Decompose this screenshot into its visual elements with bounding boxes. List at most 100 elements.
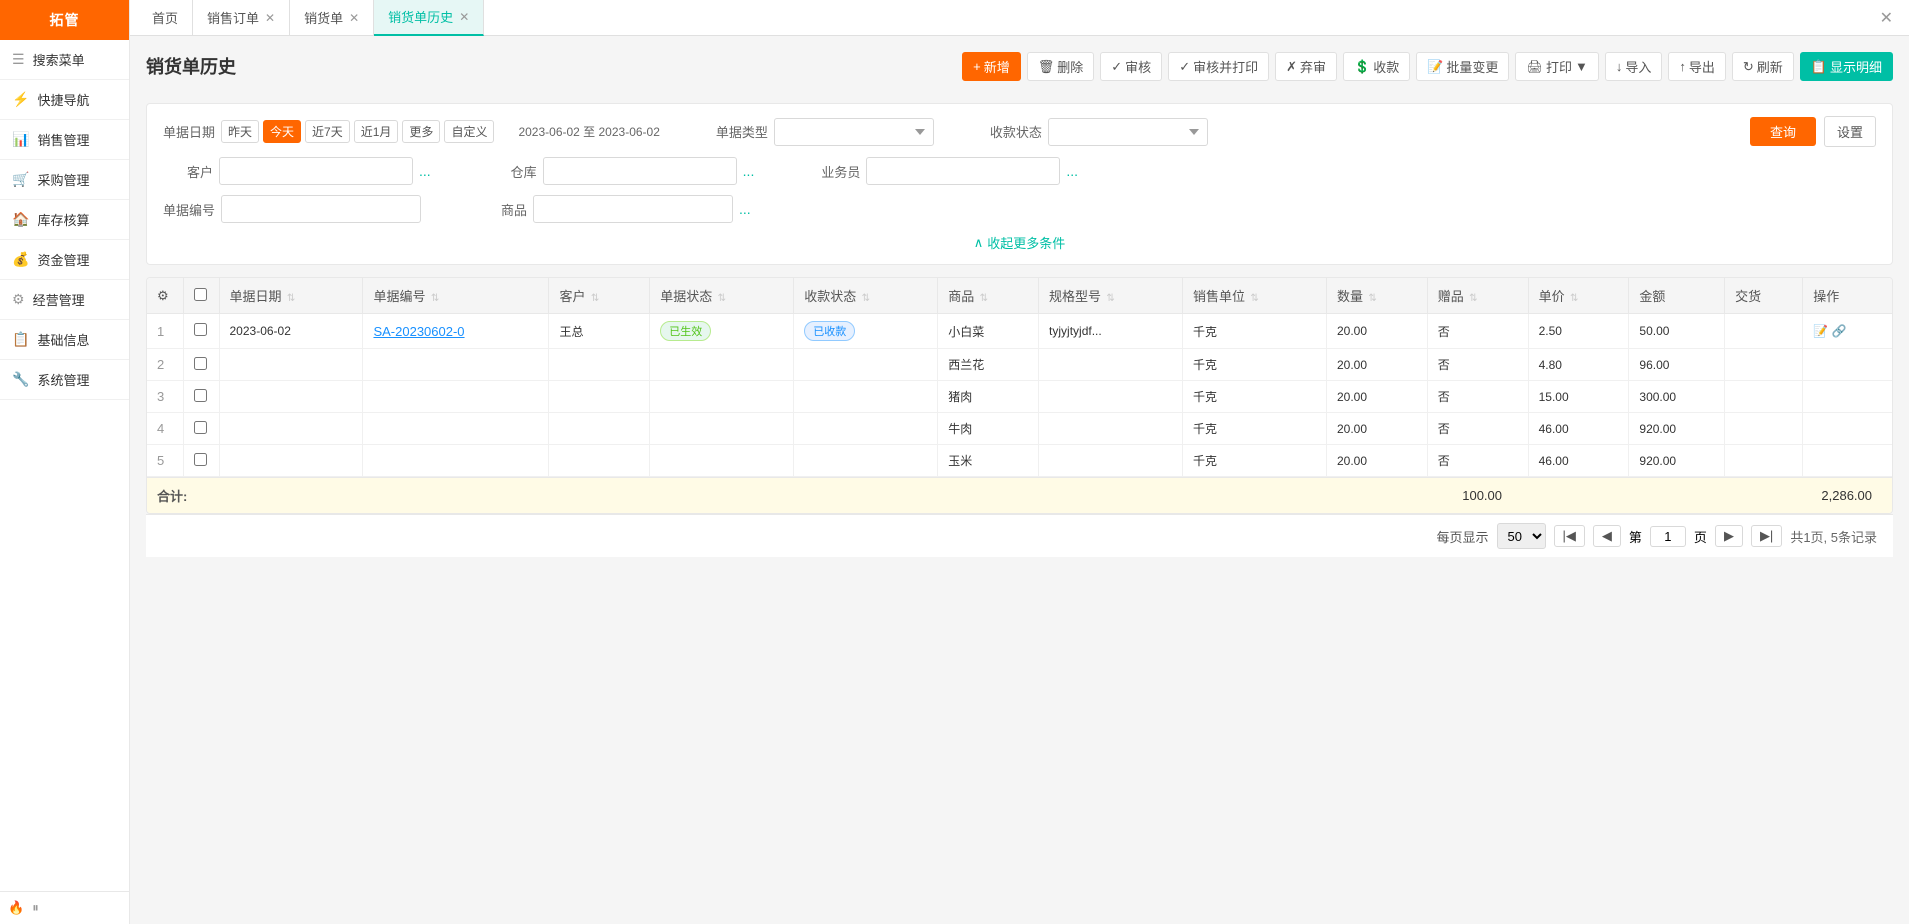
- customer-cell: 王总: [549, 314, 650, 349]
- doc-type-select[interactable]: [774, 118, 934, 146]
- print-icon: 🖨: [1526, 59, 1543, 75]
- tab-home[interactable]: 首页: [138, 0, 193, 36]
- page-number-input[interactable]: [1650, 526, 1686, 547]
- sidebar-item-purchase-mgmt[interactable]: 🛒 采购管理: [0, 160, 129, 200]
- col-doc-status[interactable]: 单据状态 ⇅: [650, 278, 794, 314]
- sidebar-item-basic-info[interactable]: 📋 基础信息: [0, 320, 129, 360]
- discard-label: 弃审: [1300, 57, 1326, 76]
- quantity-cell: 20.00: [1326, 445, 1427, 477]
- date-yesterday-btn[interactable]: 昨天: [221, 120, 259, 143]
- settings-button[interactable]: 设置: [1824, 116, 1876, 147]
- col-quantity[interactable]: 数量 ⇅: [1326, 278, 1427, 314]
- doc-number-cell[interactable]: SA-20230602-0: [363, 314, 549, 349]
- row-checkbox-cell[interactable]: [183, 413, 219, 445]
- edit-op-btn[interactable]: 📝: [1813, 324, 1828, 338]
- sidebar-bottom-left-icon[interactable]: 🔥: [8, 900, 24, 916]
- audit-print-button[interactable]: ✓ 审核并打印: [1168, 52, 1269, 81]
- col-checkbox[interactable]: [183, 278, 219, 314]
- tab-sales-order-close-icon[interactable]: ✕: [265, 11, 275, 25]
- query-button[interactable]: 查询: [1750, 117, 1816, 146]
- select-all-checkbox[interactable]: [194, 288, 207, 301]
- date-custom-btn[interactable]: 自定义: [444, 120, 494, 143]
- operation-cell: [1803, 349, 1892, 381]
- last-page-btn[interactable]: ▶|: [1751, 525, 1782, 547]
- date-today-btn[interactable]: 今天: [263, 120, 301, 143]
- col-doc-number[interactable]: 单据编号 ⇅: [363, 278, 549, 314]
- sidebar-item-operations-mgmt[interactable]: ⚙ 经营管理: [0, 280, 129, 320]
- customer-dots-btn[interactable]: ...: [419, 163, 431, 179]
- export-button[interactable]: ↑ 导出: [1668, 52, 1726, 81]
- tab-sales-goods-close-icon[interactable]: ✕: [349, 11, 359, 25]
- salesperson-input[interactable]: [866, 157, 1060, 185]
- col-gift[interactable]: 赠品 ⇅: [1427, 278, 1528, 314]
- col-sales-unit[interactable]: 销售单位 ⇅: [1183, 278, 1327, 314]
- print-button[interactable]: 🖨 打印 ▼: [1515, 52, 1598, 81]
- quantity-cell: 20.00: [1326, 381, 1427, 413]
- refresh-button[interactable]: ↻ 刷新: [1732, 52, 1794, 81]
- per-page-select[interactable]: 50: [1497, 523, 1546, 549]
- row-num: 1: [157, 324, 164, 339]
- date-1month-btn[interactable]: 近1月: [354, 120, 399, 143]
- batch-change-button[interactable]: 📝 批量变更: [1416, 52, 1509, 81]
- collapse-more-btn[interactable]: ∧ 收起更多条件: [163, 233, 1876, 252]
- row-checkbox-cell[interactable]: [183, 314, 219, 349]
- goods-dots-btn[interactable]: ...: [739, 201, 751, 217]
- row-checkbox[interactable]: [194, 421, 207, 434]
- new-button[interactable]: + 新增: [962, 52, 1021, 81]
- goods-input[interactable]: [533, 195, 733, 223]
- row-checkbox-cell[interactable]: [183, 381, 219, 413]
- tab-sales-goods[interactable]: 销货单 ✕: [290, 0, 374, 36]
- first-page-btn[interactable]: |◀: [1554, 525, 1585, 547]
- customer-input[interactable]: [219, 157, 413, 185]
- row-checkbox[interactable]: [194, 453, 207, 466]
- sidebar-item-inventory[interactable]: 🏠 库存核算: [0, 200, 129, 240]
- tab-sales-history-close-icon[interactable]: ✕: [459, 10, 469, 24]
- col-doc-date[interactable]: 单据日期 ⇅: [219, 278, 363, 314]
- goods-cell: 西兰花: [938, 349, 1039, 381]
- sidebar-item-finance-mgmt[interactable]: 💰 资金管理: [0, 240, 129, 280]
- tabs-close-all-icon[interactable]: ✕: [1872, 8, 1901, 28]
- row-checkbox[interactable]: [194, 357, 207, 370]
- prev-page-btn[interactable]: ◀: [1593, 525, 1621, 547]
- sidebar-bottom-right-icon[interactable]: ⏸: [32, 900, 39, 916]
- tab-sales-history[interactable]: 销货单历史 ✕: [374, 0, 484, 36]
- sidebar-item-system-mgmt[interactable]: 🔧 系统管理: [0, 360, 129, 400]
- import-button[interactable]: ↓ 导入: [1605, 52, 1663, 81]
- tab-sales-order[interactable]: 销售订单 ✕: [193, 0, 290, 36]
- discard-button[interactable]: ✗ 弃审: [1275, 52, 1337, 81]
- warehouse-dots-btn[interactable]: ...: [743, 163, 755, 179]
- sidebar-item-sales-mgmt[interactable]: 📊 销售管理: [0, 120, 129, 160]
- doc-status-cell: [650, 413, 794, 445]
- doc-number-input[interactable]: [221, 195, 421, 223]
- audit-button[interactable]: ✓ 审核: [1100, 52, 1162, 81]
- doc-number-link[interactable]: SA-20230602-0: [373, 324, 464, 339]
- warehouse-input[interactable]: [543, 157, 737, 185]
- col-collect-status[interactable]: 收款状态 ⇅: [794, 278, 938, 314]
- sort-sales-unit-icon: ⇅: [1250, 293, 1258, 304]
- sidebar-item-quick-nav[interactable]: ⚡ 快捷导航: [0, 80, 129, 120]
- row-checkbox[interactable]: [194, 323, 207, 336]
- more-op-btn[interactable]: 🔗: [1831, 324, 1846, 338]
- col-unit-price[interactable]: 单价 ⇅: [1528, 278, 1629, 314]
- delete-button[interactable]: 🗑 删除: [1027, 52, 1095, 81]
- doc-status-cell: [650, 349, 794, 381]
- next-page-btn[interactable]: ▶: [1715, 525, 1743, 547]
- col-goods[interactable]: 商品 ⇅: [938, 278, 1039, 314]
- sidebar-item-search-menu[interactable]: ☰ 搜索菜单: [0, 40, 129, 80]
- col-settings[interactable]: ⚙: [147, 278, 183, 314]
- col-collect-status-label: 收款状态: [804, 289, 856, 304]
- sidebar-item-label: 资金管理: [37, 250, 89, 269]
- col-customer[interactable]: 客户 ⇅: [549, 278, 650, 314]
- col-gift-label: 赠品: [1438, 289, 1464, 304]
- salesperson-dots-btn[interactable]: ...: [1066, 163, 1078, 179]
- collect-status-select[interactable]: [1048, 118, 1208, 146]
- row-checkbox[interactable]: [194, 389, 207, 402]
- show-detail-button[interactable]: 📋 显示明细: [1800, 52, 1893, 81]
- date-7days-btn[interactable]: 近7天: [305, 120, 350, 143]
- collect-button[interactable]: 💲 收款: [1343, 52, 1410, 81]
- col-spec-type[interactable]: 规格型号 ⇅: [1039, 278, 1183, 314]
- date-more-btn[interactable]: 更多: [402, 120, 440, 143]
- row-checkbox-cell[interactable]: [183, 349, 219, 381]
- operation-cell[interactable]: 📝 🔗: [1803, 314, 1892, 349]
- row-checkbox-cell[interactable]: [183, 445, 219, 477]
